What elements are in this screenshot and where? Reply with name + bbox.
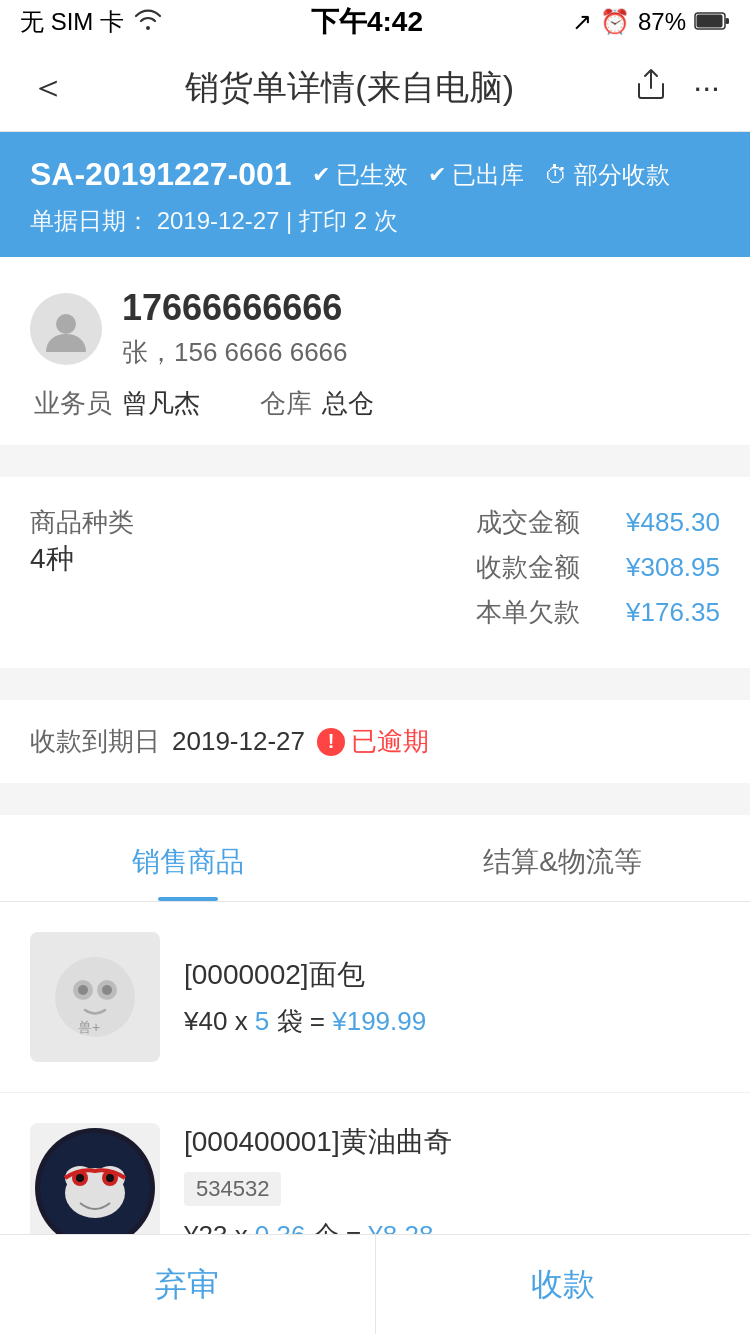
tabs-section: 销售商品 结算&物流等 — [0, 815, 750, 902]
collect-button[interactable]: 收款 — [376, 1235, 751, 1334]
overdue-icon: ! — [317, 728, 345, 756]
received-label: 收款金额 — [476, 550, 580, 585]
product-name-2: [000400001]黄油曲奇 — [184, 1123, 720, 1161]
sales-label: 业务员 — [34, 386, 112, 421]
overdue-badge: ! 已逾期 — [317, 724, 429, 759]
share-button[interactable] — [633, 66, 669, 110]
received-value: ¥308.95 — [600, 552, 720, 583]
warehouse-detail: 仓库 总仓 — [260, 386, 374, 421]
order-date: 2019-12-27 — [157, 207, 280, 234]
received-row: 收款金额 ¥308.95 — [476, 550, 720, 585]
battery-icon — [694, 8, 730, 36]
customer-phone: 17666666666 — [122, 287, 348, 329]
svg-rect-1 — [696, 15, 722, 28]
more-button[interactable]: ··· — [693, 69, 720, 106]
divider-1 — [0, 445, 750, 461]
print-unit: 次 — [374, 207, 398, 234]
nav-bar: ＜ 销货单详情(来自电脑) ··· — [0, 44, 750, 132]
product-name-1: [0000002]面包 — [184, 956, 720, 994]
overdue-text: 已逾期 — [351, 724, 429, 759]
category-value: 4种 — [30, 540, 134, 578]
due-section: 收款到期日 2019-12-27 ! 已逾期 — [0, 700, 750, 783]
customer-row: 17666666666 张，156 6666 6666 — [30, 287, 720, 370]
customer-name: 张，156 6666 6666 — [122, 335, 348, 370]
tab-products[interactable]: 销售商品 — [0, 815, 375, 901]
print-separator: | 打印 — [286, 207, 347, 234]
status-right: ↗ ⏰ 87% — [572, 8, 730, 36]
debt-label: 本单欠款 — [476, 595, 580, 630]
price-unit-1: 袋 — [277, 1006, 303, 1036]
header-banner: SA-20191227-001 ✔ 已生效 ✔ 已出库 ⏱ 部分收款 单据日期：… — [0, 132, 750, 257]
price-eq-1: = — [310, 1006, 332, 1036]
divider-2 — [0, 668, 750, 684]
svg-point-8 — [102, 985, 112, 995]
header-date-row: 单据日期： 2019-12-27 | 打印 2 次 — [30, 205, 720, 237]
date-label: 单据日期： — [30, 207, 150, 234]
status-partial: ⏱ 部分收款 — [544, 159, 670, 191]
check-icon-1: ✔ — [312, 162, 330, 188]
category-label: 商品种类 — [30, 505, 134, 540]
svg-rect-2 — [725, 18, 729, 24]
svg-text:兽+: 兽+ — [78, 1019, 100, 1035]
warehouse-name: 总仓 — [322, 386, 374, 421]
print-count: 2 — [354, 207, 367, 234]
price-x-1: x — [235, 1006, 255, 1036]
customer-info: 17666666666 张，156 6666 6666 — [122, 287, 348, 370]
due-date-value: 2019-12-27 — [172, 726, 305, 757]
status-shipped-label: 已出库 — [452, 159, 524, 191]
price-total-1: ¥199.99 — [332, 1006, 426, 1036]
customer-section: 17666666666 张，156 6666 6666 业务员 曾凡杰 仓库 总… — [0, 257, 750, 445]
stats-section: 商品种类 4种 成交金额 ¥485.30 收款金额 ¥308.95 本单欠款 ¥… — [0, 477, 750, 668]
product-price-1: ¥40 x 5 袋 = ¥199.99 — [184, 1004, 720, 1039]
debt-value: ¥176.35 — [600, 597, 720, 628]
stats-right: 成交金额 ¥485.30 收款金额 ¥308.95 本单欠款 ¥176.35 — [476, 505, 720, 640]
stats-left: 商品种类 4种 — [30, 505, 134, 578]
due-label: 收款到期日 — [30, 724, 160, 759]
status-time: 下午4:42 — [311, 3, 423, 41]
svg-point-18 — [106, 1174, 114, 1182]
wifi-icon — [134, 8, 162, 36]
back-button[interactable]: ＜ — [30, 63, 66, 112]
nav-actions: ··· — [633, 66, 720, 110]
product-info-1: [0000002]面包 ¥40 x 5 袋 = ¥199.99 — [184, 956, 720, 1039]
debt-row: 本单欠款 ¥176.35 — [476, 595, 720, 630]
svg-point-7 — [78, 985, 88, 995]
status-partial-label: 部分收款 — [574, 159, 670, 191]
deal-row: 成交金额 ¥485.30 — [476, 505, 720, 540]
status-left: 无 SIM 卡 — [20, 6, 162, 38]
status-bar: 无 SIM 卡 下午4:42 ↗ ⏰ 87% — [0, 0, 750, 44]
svg-point-17 — [76, 1174, 84, 1182]
page-title: 销货单详情(来自电脑) — [185, 65, 514, 111]
cancel-button[interactable]: 弃审 — [0, 1235, 376, 1334]
deal-value: ¥485.30 — [600, 507, 720, 538]
check-icon-2: ✔ — [428, 162, 446, 188]
bottom-bar: 弃审 收款 — [0, 1234, 750, 1334]
avatar — [30, 293, 102, 365]
price-base-1: ¥40 — [184, 1006, 227, 1036]
clock-icon: ⏱ — [544, 161, 568, 189]
product-thumb-1: 兽+ — [30, 932, 160, 1062]
status-shipped: ✔ 已出库 — [428, 159, 524, 191]
list-item: 兽+ [0000002]面包 ¥40 x 5 袋 = ¥199.99 — [0, 902, 750, 1093]
header-id-row: SA-20191227-001 ✔ 已生效 ✔ 已出库 ⏱ 部分收款 — [30, 156, 720, 193]
alarm-icon: ⏰ — [600, 8, 630, 36]
tab-settlement[interactable]: 结算&物流等 — [375, 815, 750, 901]
sales-name: 曾凡杰 — [122, 386, 200, 421]
deal-label: 成交金额 — [476, 505, 580, 540]
status-effected-label: 已生效 — [336, 159, 408, 191]
status-effected: ✔ 已生效 — [312, 159, 408, 191]
price-qty-1: 5 — [255, 1006, 269, 1036]
svg-point-3 — [56, 314, 76, 334]
location-icon: ↗ — [572, 8, 592, 36]
divider-3 — [0, 783, 750, 799]
warehouse-label: 仓库 — [260, 386, 312, 421]
order-id: SA-20191227-001 — [30, 156, 292, 193]
customer-details: 业务员 曾凡杰 仓库 总仓 — [30, 386, 720, 421]
sales-detail: 业务员 曾凡杰 — [34, 386, 200, 421]
battery-text: 87% — [638, 8, 686, 36]
carrier-text: 无 SIM 卡 — [20, 6, 124, 38]
product-badge-2: 534532 — [184, 1172, 281, 1206]
